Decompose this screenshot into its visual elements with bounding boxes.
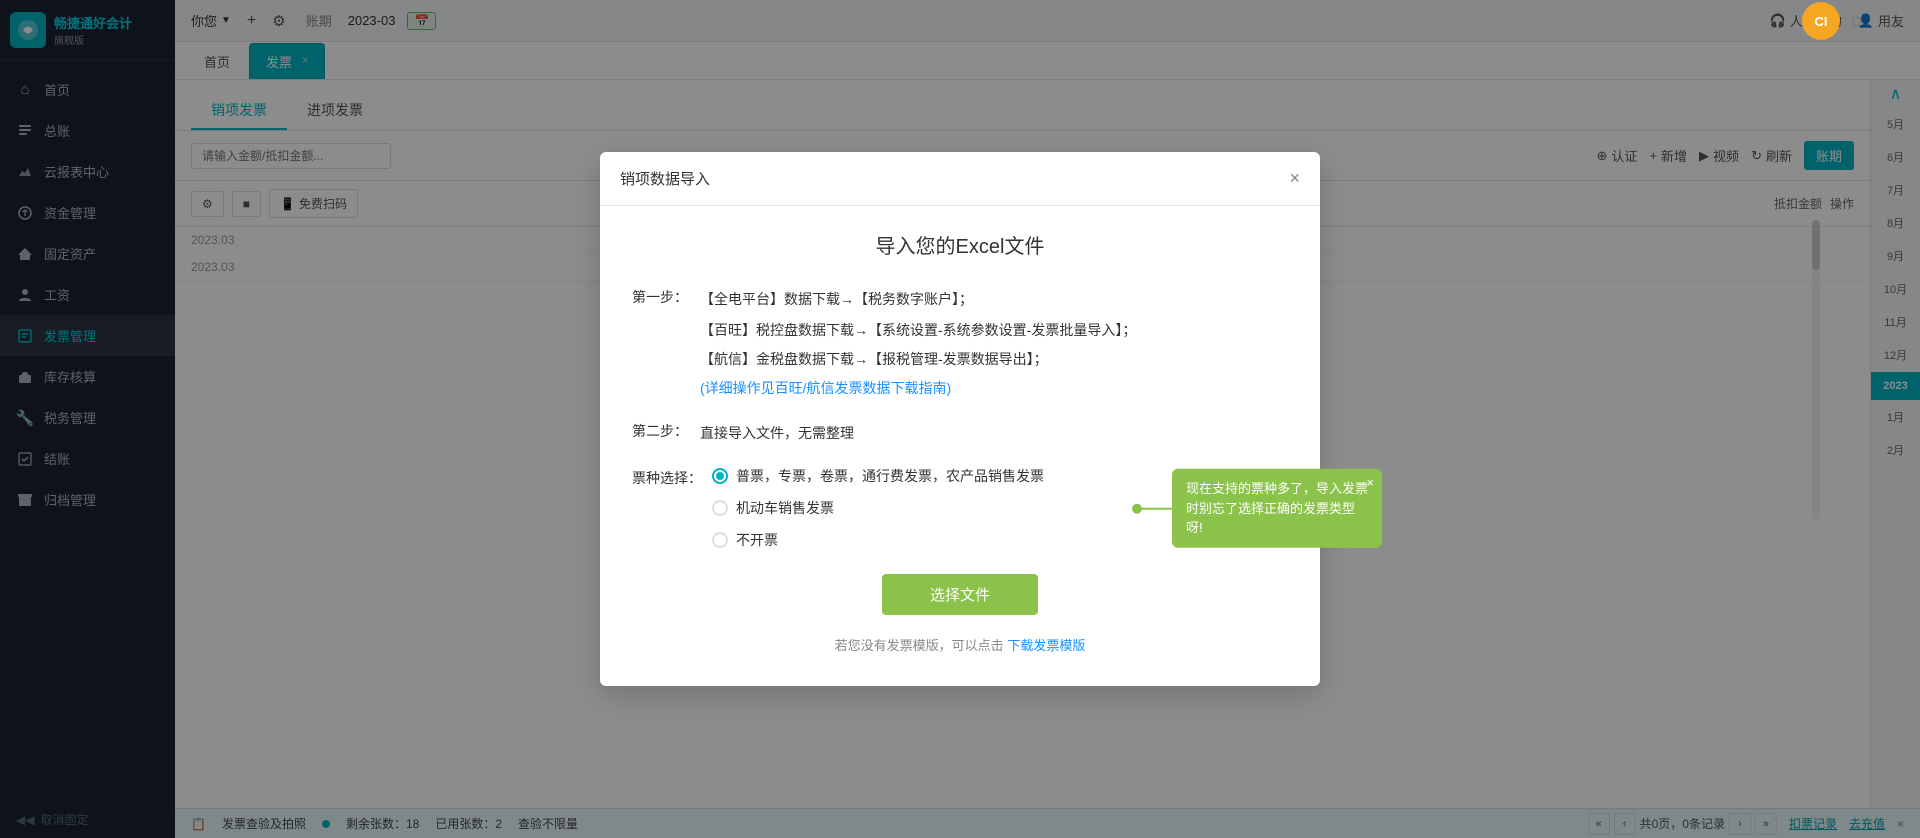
avatar: CI [1802, 2, 1840, 40]
select-file-button[interactable]: 选择文件 [882, 574, 1038, 615]
import-title: 导入您的Excel文件 [632, 230, 1288, 259]
modal-header: 销项数据导入 × [600, 152, 1320, 206]
ticket-select-section: 票种选择： 普票，专票，卷票，通行费发票，农产品销售发票 机动车销售发票 [632, 466, 1288, 550]
tooltip-close-btn[interactable]: × [1366, 473, 1374, 493]
tooltip-bubble: × 现在支持的票种多了，导入发票时别忘了选择正确的发票类型呀! [1172, 469, 1382, 548]
modal-title: 销项数据导入 [620, 168, 710, 189]
ticket-motor-label: 机动车销售发票 [736, 498, 834, 518]
import-modal: 销项数据导入 × 导入您的Excel文件 第一步： 【全电平台】数据下载→【税务… [600, 152, 1320, 687]
close-button[interactable]: × [1878, 0, 1920, 42]
tooltip-dot [1132, 503, 1142, 513]
ticket-normal-label: 普票，专票，卷票，通行费发票，农产品销售发票 [736, 466, 1044, 486]
avatar-circle: CI [1802, 2, 1840, 40]
modal-actions: 选择文件 [632, 574, 1288, 615]
radio-dot-normal [716, 472, 724, 480]
tooltip-text: 现在支持的票种多了，导入发票时别忘了选择正确的发票类型呀! [1186, 481, 1368, 535]
maximize-button[interactable]: □ [1836, 0, 1878, 42]
modal-footer: 若您没有发票模版，可以点击 下载发票模版 [632, 635, 1288, 654]
step1-line2: 【百旺】税控盘数据下载→【系统设置-系统参数设置-发票批量导入】； [632, 318, 1288, 343]
modal-body: 导入您的Excel文件 第一步： 【全电平台】数据下载→【税务数字账户】； 【百… [600, 206, 1320, 687]
ticket-option-motor[interactable]: 机动车销售发票 × 现在支持的票种多了，导入发票时别忘了选择正确的发票类型呀! [712, 498, 1288, 518]
tooltip-container: × 现在支持的票种多了，导入发票时别忘了选择正确的发票类型呀! [1132, 469, 1382, 548]
tooltip-line [1142, 507, 1172, 509]
radio-motor [712, 500, 728, 516]
ticket-label: 票种选择： [632, 466, 712, 488]
radio-none [712, 532, 728, 548]
ticket-none-label: 不开票 [736, 530, 778, 550]
guide-link[interactable]: (详细操作见百旺/航信发票数据下载指南) [700, 380, 951, 396]
step1-line3: 【航信】金税盘数据下载→【报税管理-发票数据导出】； [632, 347, 1288, 372]
step1-label: 第一步： [632, 287, 688, 312]
modal-close-button[interactable]: × [1289, 169, 1300, 187]
ticket-options: 普票，专票，卷票，通行费发票，农产品销售发票 机动车销售发票 [712, 466, 1288, 550]
step-2: 第二步： 直接导入文件，无需整理 [632, 421, 1288, 446]
step-1: 第一步： 【全电平台】数据下载→【税务数字账户】； 【百旺】税控盘数据下载→【系… [632, 287, 1288, 402]
window-controls: □ × [1836, 0, 1920, 42]
step2-label: 第二步： [632, 421, 688, 446]
step1-link-row: (详细操作见百旺/航信发票数据下载指南) [632, 376, 1288, 401]
footer-text: 若您没有发票模版，可以点击 [835, 638, 1004, 653]
download-template-link[interactable]: 下载发票模版 [1007, 638, 1085, 653]
modal-overlay: 销项数据导入 × 导入您的Excel文件 第一步： 【全电平台】数据下载→【税务… [0, 0, 1920, 838]
radio-normal [712, 468, 728, 484]
step2-content: 直接导入文件，无需整理 [700, 421, 854, 446]
step1-line1: 【全电平台】数据下载→【税务数字账户】； [700, 287, 973, 312]
